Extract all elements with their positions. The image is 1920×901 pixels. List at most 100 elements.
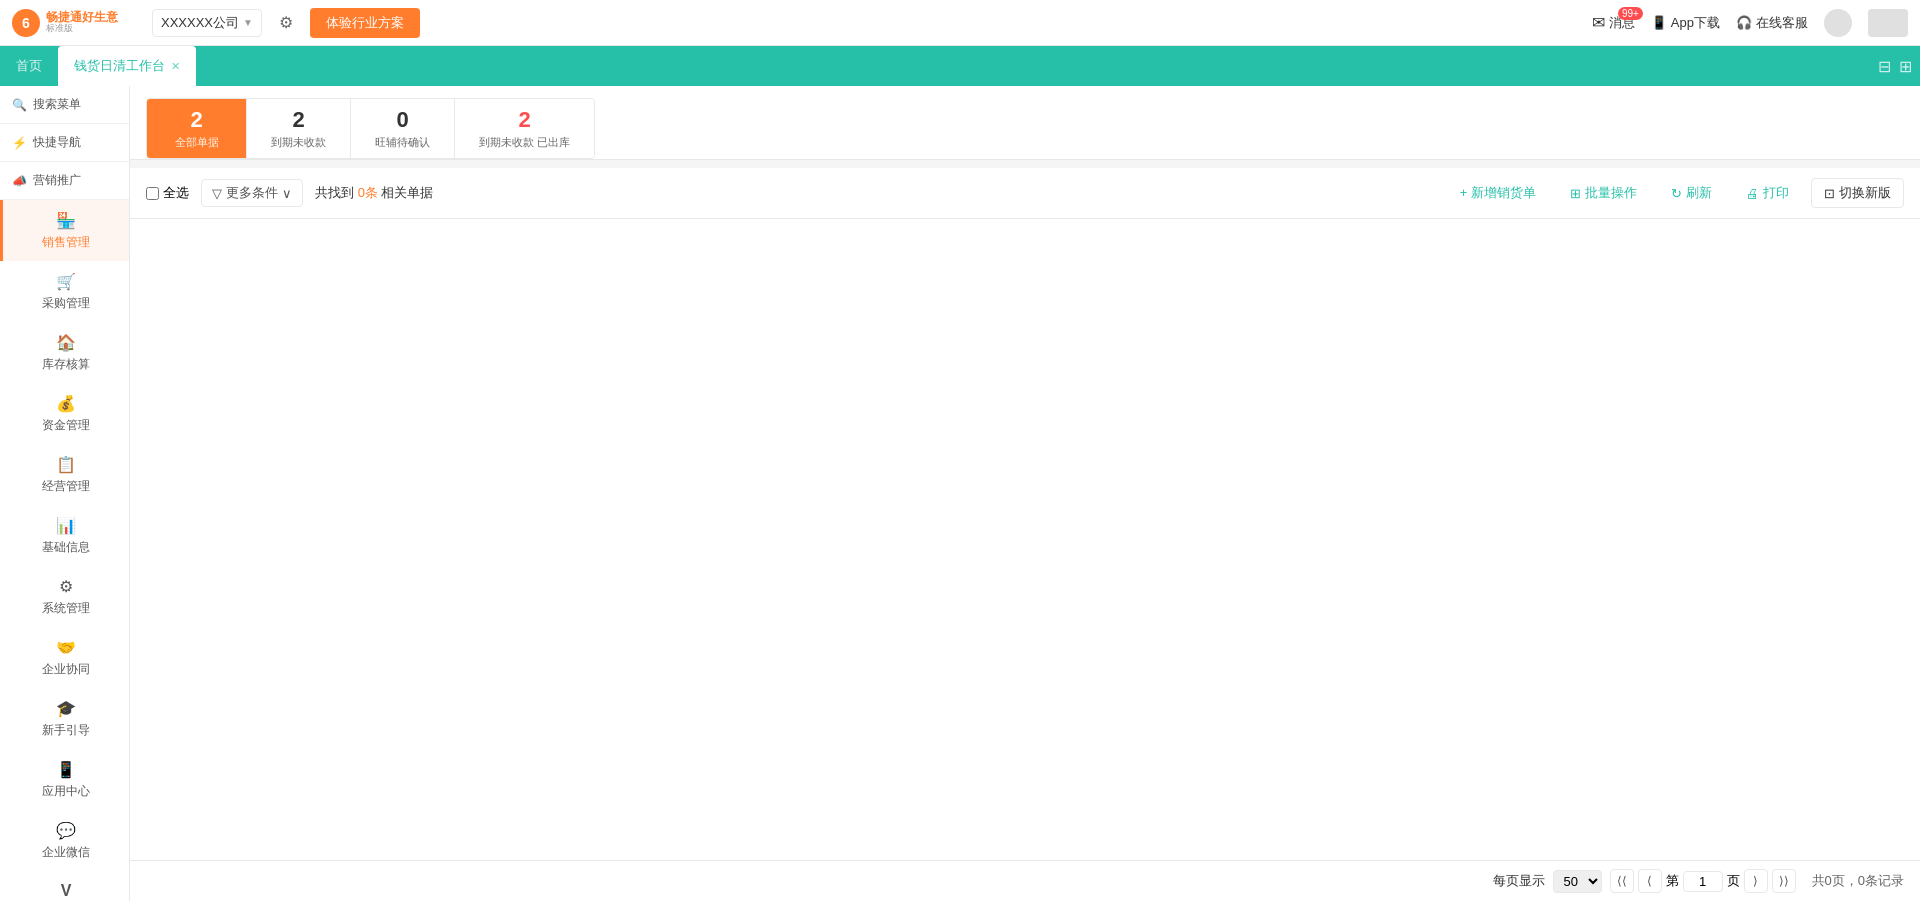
batch-icon: ⊞	[1570, 186, 1581, 201]
marketing-icon: 📣	[12, 174, 27, 188]
first-page-button[interactable]: ⟨⟨	[1610, 869, 1634, 893]
table-area	[130, 219, 1920, 860]
sales-icon: 🏪	[56, 210, 76, 230]
sidebar-item-cooperation[interactable]: 🤝 企业协同	[0, 627, 129, 688]
logo-icon: 6	[12, 9, 40, 37]
app-version: 标准版	[46, 24, 118, 34]
stat-tab-overdue-shipped[interactable]: 2 到期未收款 已出库	[455, 99, 594, 158]
company-selector[interactable]: XXXXXX公司 ▼	[152, 9, 262, 37]
headset-icon: 🎧	[1736, 15, 1752, 30]
sidebar-item-operation-label: 经营管理	[42, 478, 90, 495]
print-button[interactable]: 🖨 打印	[1734, 179, 1801, 207]
logo-text: 畅捷通好生意 标准版	[46, 11, 118, 34]
user-name-area[interactable]	[1868, 9, 1908, 37]
sidebar-item-guide[interactable]: 🎓 新手引导	[0, 688, 129, 749]
last-page-button[interactable]: ⟩⟩	[1772, 869, 1796, 893]
sidebar-item-sales-label: 销售管理	[42, 234, 90, 251]
switch-new-version-button[interactable]: ⊡ 切换新版	[1811, 178, 1904, 208]
sidebar-item-basics[interactable]: 📊 基础信息	[0, 505, 129, 566]
prev-page-button[interactable]: ⟨	[1638, 869, 1662, 893]
stat-label-overdue: 到期未收款	[271, 135, 326, 150]
stat-num-all: 2	[190, 107, 202, 133]
marketing-label: 营销推广	[33, 172, 81, 189]
search-menu-item[interactable]: 🔍 搜索菜单	[0, 86, 129, 124]
sidebar-item-purchase-label: 采购管理	[42, 295, 90, 312]
sidebar-item-wechat[interactable]: 💬 企业微信	[0, 810, 129, 871]
cooperation-icon: 🤝	[56, 637, 76, 657]
quick-nav-label: 快捷导航	[33, 134, 81, 151]
page-input[interactable]	[1683, 871, 1723, 892]
top-header: 6 畅捷通好生意 标准版 XXXXXX公司 ▼ ⚙ 体验行业方案 ✉ 消息 99…	[0, 0, 1920, 46]
page-label: 第	[1666, 872, 1679, 890]
content-area: 2 全部单据 2 到期未收款 0 旺辅待确认 2 到期未收款 已出库	[130, 86, 1920, 901]
maximize-icon[interactable]: ⊞	[1899, 57, 1912, 76]
sidebar-item-purchase[interactable]: 🛒 采购管理	[0, 261, 129, 322]
select-all-input[interactable]	[146, 187, 159, 200]
dropdown-arrow-icon: ▼	[243, 17, 253, 28]
sidebar-item-system[interactable]: ⚙ 系统管理	[0, 566, 129, 627]
finance-icon: 💰	[56, 393, 76, 413]
sidebar-item-finance-label: 资金管理	[42, 417, 90, 434]
appcenter-icon: 📱	[56, 759, 76, 779]
tab-workbench[interactable]: 钱货日清工作台 ✕	[58, 46, 196, 86]
sidebar-item-operation[interactable]: 📋 经营管理	[0, 444, 129, 505]
sidebar-item-wechat-label: 企业微信	[42, 844, 90, 861]
header-right: ✉ 消息 99+ 📱 App下载 🎧 在线客服	[1592, 9, 1908, 37]
sidebar-item-inventory[interactable]: 🏠 库存核算	[0, 322, 129, 383]
filter-button[interactable]: ▽ 更多条件 ∨	[201, 179, 303, 207]
print-icon: 🖨	[1746, 186, 1759, 201]
sidebar-item-system-label: 系统管理	[42, 600, 90, 617]
sidebar-item-sales[interactable]: 🏪 销售管理	[0, 200, 129, 261]
page-suffix: 页	[1727, 872, 1740, 890]
filter-label: 更多条件	[226, 184, 278, 202]
stats-tabs: 2 全部单据 2 到期未收款 0 旺辅待确认 2 到期未收款 已出库	[130, 86, 1920, 160]
stat-tab-wangpu[interactable]: 0 旺辅待确认	[351, 99, 455, 158]
avatar[interactable]	[1824, 9, 1852, 37]
sidebar-item-appcenter[interactable]: 📱 应用中心	[0, 749, 129, 810]
trial-button[interactable]: 体验行业方案	[310, 8, 420, 38]
online-service-item[interactable]: 🎧 在线客服	[1736, 14, 1808, 32]
settings-icon[interactable]: ⚙	[270, 7, 302, 39]
marketing-item[interactable]: 📣 营销推广	[0, 162, 129, 200]
guide-icon: 🎓	[56, 698, 76, 718]
sidebar-item-appcenter-label: 应用中心	[42, 783, 90, 800]
purchase-icon: 🛒	[56, 271, 76, 291]
tab-home[interactable]: 首页	[0, 46, 58, 86]
toolbar-right: + 新增销货单 ⊞ 批量操作 ↻ 刷新 🖨 打印 ⊡ 切换新版	[1448, 178, 1904, 208]
select-all-checkbox[interactable]: 全选	[146, 184, 189, 202]
sidebar-item-guide-label: 新手引导	[42, 722, 90, 739]
app-download-item[interactable]: 📱 App下载	[1651, 14, 1720, 32]
message-icon: ✉	[1592, 13, 1605, 32]
new-sales-order-button[interactable]: + 新增销货单	[1448, 179, 1548, 207]
next-page-button[interactable]: ⟩	[1744, 869, 1768, 893]
per-page-select[interactable]: 50	[1553, 870, 1602, 893]
app-download-label: App下载	[1671, 14, 1720, 32]
stat-num-overdue-shipped: 2	[518, 107, 530, 133]
sidebar-item-vip[interactable]: V 畅会员	[0, 871, 129, 901]
stat-label-all: 全部单据	[175, 135, 219, 150]
switch-icon: ⊡	[1824, 186, 1835, 201]
tab-bar: 首页 钱货日清工作台 ✕ ⊟ ⊞	[0, 46, 1920, 86]
pagination: 每页显示 50 ⟨⟨ ⟨ 第 页 ⟩ ⟩⟩ 共0页，0条记录	[130, 860, 1920, 901]
found-text: 共找到 0条 相关单据	[315, 184, 433, 202]
sidebar-item-finance[interactable]: 💰 资金管理	[0, 383, 129, 444]
wechat-icon: 💬	[56, 820, 76, 840]
app-download-icon: 📱	[1651, 15, 1667, 30]
filter-arrow-icon: ∨	[282, 186, 292, 201]
message-badge: 99+	[1618, 7, 1643, 20]
close-tab-icon[interactable]: ✕	[171, 60, 180, 73]
search-menu-label: 搜索菜单	[33, 96, 81, 113]
found-count: 0条	[358, 185, 378, 200]
message-item[interactable]: ✉ 消息 99+	[1592, 13, 1635, 32]
company-name: XXXXXX公司	[161, 14, 239, 32]
inventory-icon: 🏠	[56, 332, 76, 352]
per-page-label: 每页显示	[1493, 872, 1545, 890]
select-all-label: 全选	[163, 184, 189, 202]
stat-tab-overdue[interactable]: 2 到期未收款	[247, 99, 351, 158]
quick-nav-item[interactable]: ⚡ 快捷导航	[0, 124, 129, 162]
batch-operation-button[interactable]: ⊞ 批量操作	[1558, 179, 1649, 207]
minimize-icon[interactable]: ⊟	[1878, 57, 1891, 76]
stat-tab-all[interactable]: 2 全部单据	[147, 99, 247, 158]
page-nav: ⟨⟨ ⟨ 第 页 ⟩ ⟩⟩	[1610, 869, 1796, 893]
refresh-button[interactable]: ↻ 刷新	[1659, 179, 1724, 207]
